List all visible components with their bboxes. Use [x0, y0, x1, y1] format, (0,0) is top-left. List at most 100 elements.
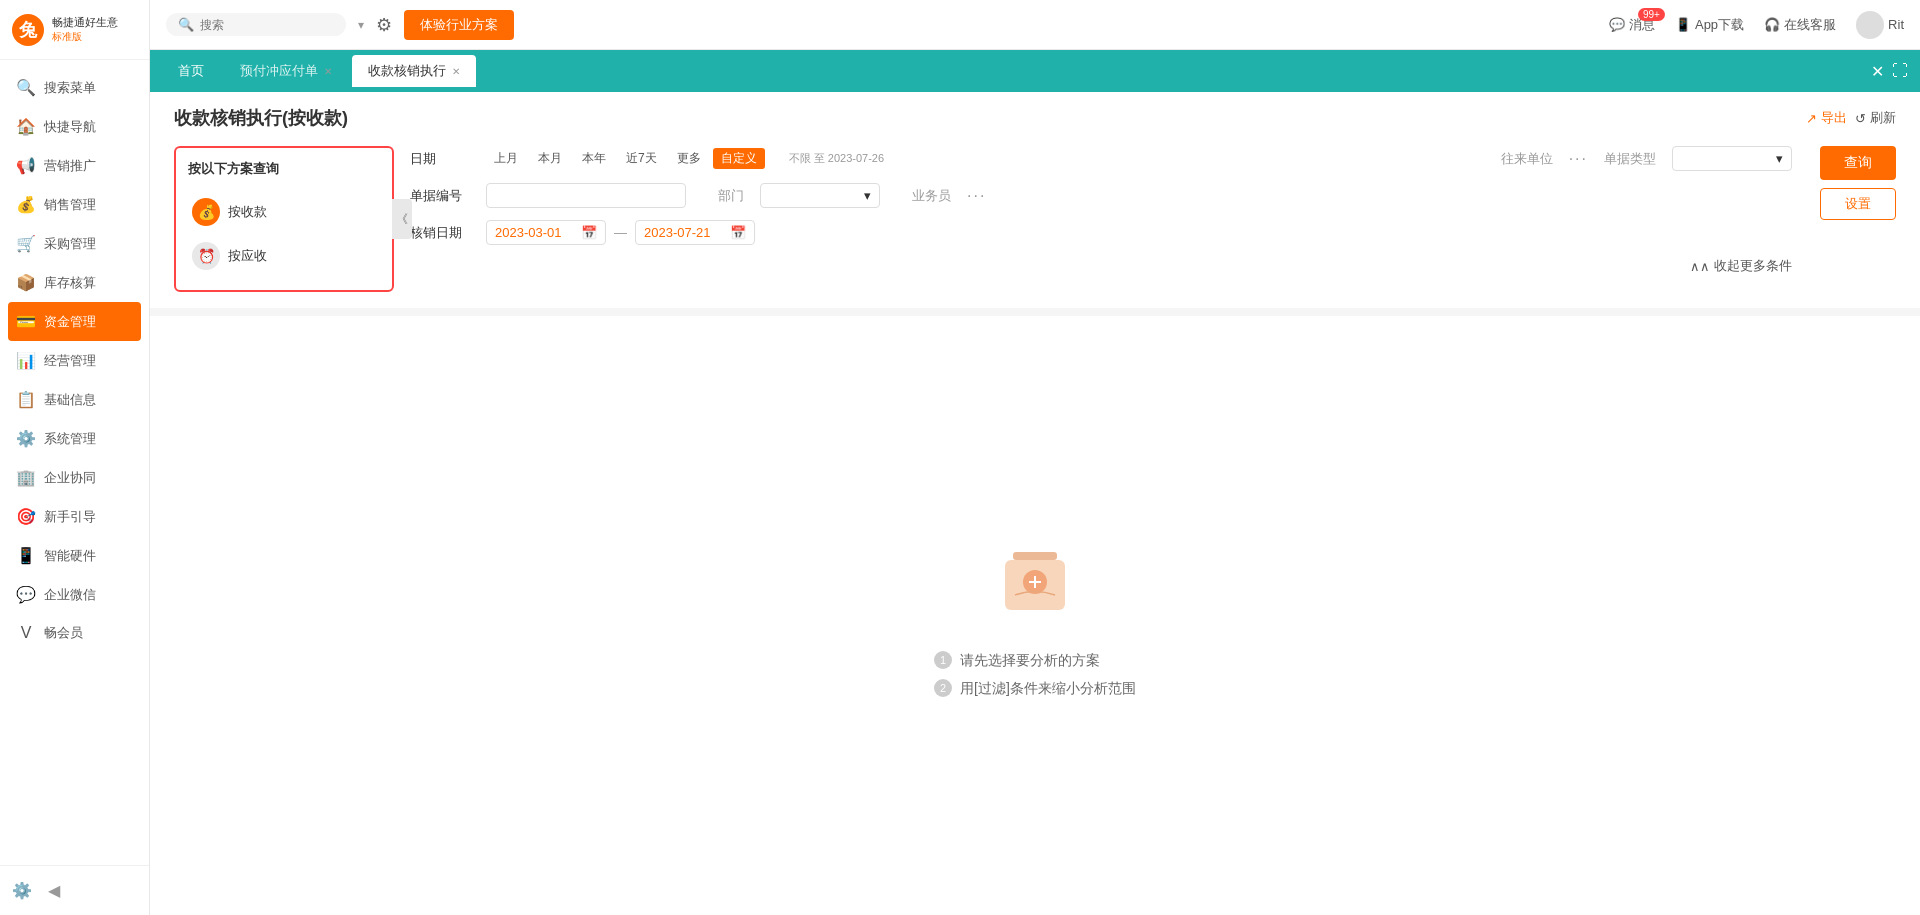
- tab-receivable-label: 收款核销执行: [368, 62, 446, 80]
- sidebar-item-member[interactable]: V 畅会员: [0, 614, 149, 652]
- date-opt-last-month[interactable]: 上月: [486, 148, 526, 169]
- sidebar-item-label: 企业微信: [44, 586, 96, 604]
- department-select[interactable]: ▾: [760, 183, 880, 208]
- sidebar-item-hardware[interactable]: 📱 智能硬件: [0, 536, 149, 575]
- writeoff-date-label: 核销日期: [410, 224, 470, 242]
- date-sub-text: 不限 至 2023-07-26: [789, 151, 884, 166]
- collapse-sidebar-icon[interactable]: ◀: [48, 881, 60, 900]
- collapse-more-button[interactable]: ∧∧ 收起更多条件: [1690, 257, 1792, 275]
- calendar-from-icon: 📅: [581, 225, 597, 240]
- sidebar-item-weixin[interactable]: 💬 企业微信: [0, 575, 149, 614]
- search-menu-icon: 🔍: [16, 78, 36, 97]
- tab-receivable-close-icon[interactable]: ✕: [452, 66, 460, 77]
- query-button[interactable]: 查询: [1820, 146, 1896, 180]
- query-option-by-receivable[interactable]: ⏰ 按应收: [188, 234, 380, 278]
- tab-close-window-icon[interactable]: ✕: [1871, 62, 1884, 81]
- content-area: 1 请先选择要分析的方案 2 用[过滤]条件来缩小分析范围: [150, 316, 1920, 915]
- export-button[interactable]: ↗ 导出: [1806, 109, 1847, 127]
- sidebar-item-label: 系统管理: [44, 430, 96, 448]
- topbar-search-box[interactable]: 🔍: [166, 13, 346, 36]
- empty-illustration: [985, 530, 1085, 630]
- sidebar-item-marketing[interactable]: 📢 营销推广: [0, 146, 149, 185]
- industry-solution-button[interactable]: 体验行业方案: [404, 10, 514, 40]
- hardware-icon: 📱: [16, 546, 36, 565]
- logo-text-block: 畅捷通好生意 标准版: [52, 15, 118, 44]
- sidebar: 兔 畅捷通好生意 标准版 🔍 搜索菜单 🏠 快捷导航 📢 营销推广 💰 销售管理…: [0, 0, 150, 915]
- avatar: [1856, 11, 1884, 39]
- doc-no-label: 单据编号: [410, 187, 470, 205]
- tab-home[interactable]: 首页: [162, 55, 220, 87]
- topbar-gear-icon[interactable]: ⚙: [376, 14, 392, 36]
- user-profile[interactable]: Rit: [1856, 11, 1904, 39]
- sidebar-item-basic-info[interactable]: 📋 基础信息: [0, 380, 149, 419]
- sidebar-item-label: 采购管理: [44, 235, 96, 253]
- sidebar-item-search-menu[interactable]: 🔍 搜索菜单: [0, 68, 149, 107]
- date-opt-custom[interactable]: 自定义: [713, 148, 765, 169]
- tab-receivable-offset[interactable]: 收款核销执行 ✕: [352, 55, 476, 87]
- doc-no-input[interactable]: [486, 183, 686, 208]
- date-opt-this-month[interactable]: 本月: [530, 148, 570, 169]
- date-options: 上月 本月 本年 近7天 更多 自定义: [486, 148, 765, 169]
- topbar-chevron-icon[interactable]: ▾: [358, 18, 364, 32]
- sidebar-item-quick-nav[interactable]: 🏠 快捷导航: [0, 107, 149, 146]
- writeoff-to-value: 2023-07-21: [644, 225, 711, 240]
- sidebar-item-enterprise[interactable]: 🏢 企业协同: [0, 458, 149, 497]
- writeoff-from-value: 2023-03-01: [495, 225, 562, 240]
- online-service-label: 在线客服: [1784, 16, 1836, 34]
- counterpart-dots[interactable]: ···: [1569, 150, 1588, 168]
- collapse-up-icon: ∧∧: [1690, 259, 1710, 274]
- filter-area: 按以下方案查询 💰 按收款 ⏰ 按应收 《 日期: [150, 130, 1920, 308]
- filter-actions: 查询 设置: [1820, 146, 1896, 292]
- tabbar-right: ✕ ⛶: [1871, 62, 1908, 81]
- inventory-icon: 📦: [16, 273, 36, 292]
- tip-item-2: 2 用[过滤]条件来缩小分析范围: [934, 674, 1136, 702]
- search-input[interactable]: [200, 18, 340, 32]
- operation-icon: 📊: [16, 351, 36, 370]
- date-opt-more[interactable]: 更多: [669, 148, 709, 169]
- online-service-button[interactable]: 🎧 在线客服: [1764, 16, 1836, 34]
- salesman-label: 业务员: [912, 187, 951, 205]
- collapse-chevron-icon: 《: [396, 211, 408, 228]
- service-icon: 🎧: [1764, 17, 1780, 32]
- sidebar-item-sales[interactable]: 💰 销售管理: [0, 185, 149, 224]
- sidebar-item-label: 销售管理: [44, 196, 96, 214]
- by-receivable-icon: ⏰: [192, 242, 220, 270]
- date-opt-7days[interactable]: 近7天: [618, 148, 665, 169]
- query-option-by-receipt[interactable]: 💰 按收款: [188, 190, 380, 234]
- doc-type-select[interactable]: ▾: [1672, 146, 1792, 171]
- sidebar-item-finance[interactable]: 💳 资金管理: [8, 302, 141, 341]
- salesman-dots[interactable]: ···: [967, 187, 986, 205]
- sidebar-item-label: 新手引导: [44, 508, 96, 526]
- by-receipt-label: 按收款: [228, 203, 267, 221]
- filter-settings-button[interactable]: 设置: [1820, 188, 1896, 220]
- sidebar-item-operation[interactable]: 📊 经营管理: [0, 341, 149, 380]
- date-range-separator: —: [614, 225, 627, 240]
- date-opt-this-year[interactable]: 本年: [574, 148, 614, 169]
- sales-icon: 💰: [16, 195, 36, 214]
- sidebar-item-label: 畅会员: [44, 624, 83, 642]
- writeoff-date-from-input[interactable]: 2023-03-01 📅: [486, 220, 606, 245]
- logo-app-name: 畅捷通好生意: [52, 15, 118, 30]
- sidebar-menu: 🔍 搜索菜单 🏠 快捷导航 📢 营销推广 💰 销售管理 🛒 采购管理 📦 库存核…: [0, 60, 149, 865]
- system-icon: ⚙️: [16, 429, 36, 448]
- sidebar-item-system[interactable]: ⚙️ 系统管理: [0, 419, 149, 458]
- dept-chevron-icon: ▾: [864, 188, 871, 203]
- empty-tips: 1 请先选择要分析的方案 2 用[过滤]条件来缩小分析范围: [934, 646, 1136, 702]
- writeoff-date-range: 2023-03-01 📅 — 2023-07-21 📅: [486, 220, 755, 245]
- sidebar-bottom: ⚙️ ◀: [0, 865, 149, 915]
- message-button[interactable]: 💬 消息 99+: [1609, 16, 1655, 34]
- app-download-button[interactable]: 📱 App下载: [1675, 16, 1744, 34]
- tab-prepay-close-icon[interactable]: ✕: [324, 66, 332, 77]
- page-content: 收款核销执行(按收款) ↗ 导出 ↺ 刷新 按以下方案查询 💰 按收款: [150, 92, 1920, 915]
- tab-prepay-list[interactable]: 预付冲应付单 ✕: [224, 55, 348, 87]
- sidebar-item-purchase[interactable]: 🛒 采购管理: [0, 224, 149, 263]
- refresh-button[interactable]: ↺ 刷新: [1855, 109, 1896, 127]
- tab-maximize-icon[interactable]: ⛶: [1892, 62, 1908, 80]
- writeoff-date-to-input[interactable]: 2023-07-21 📅: [635, 220, 755, 245]
- filter-form-wrapper: 日期 上月 本月 本年 近7天 更多 自定义 不限 至 2023-07-26 往…: [410, 146, 1896, 292]
- sidebar-item-beginner[interactable]: 🎯 新手引导: [0, 497, 149, 536]
- settings-bottom-icon[interactable]: ⚙️: [12, 881, 32, 900]
- query-panel-collapse-button[interactable]: 《: [392, 199, 412, 239]
- finance-icon: 💳: [16, 312, 36, 331]
- sidebar-item-inventory[interactable]: 📦 库存核算: [0, 263, 149, 302]
